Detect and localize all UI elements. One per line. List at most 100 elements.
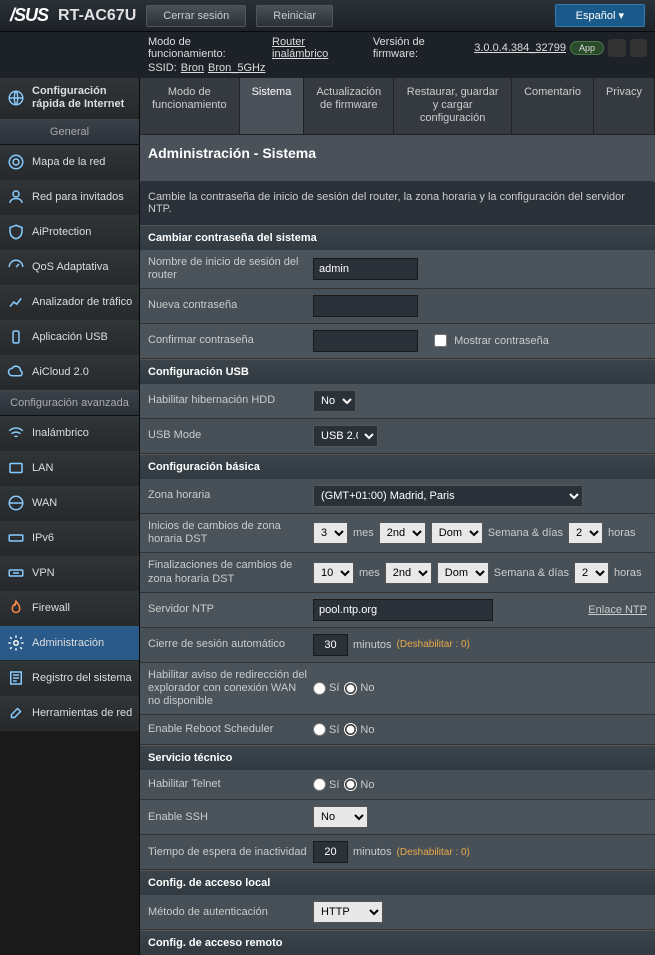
auth-select[interactable]: HTTP <box>313 901 383 923</box>
hdd-hib-label: Habilitar hibernación HDD <box>148 394 313 407</box>
wan-redirect-no[interactable] <box>344 682 357 695</box>
app-badge[interactable]: App <box>570 41 604 55</box>
map-icon <box>6 152 26 172</box>
sidebar-vpn[interactable]: VPN <box>0 556 139 591</box>
tz-label: Zona horaria <box>148 489 313 502</box>
ntp-input[interactable] <box>313 599 493 621</box>
sidebar-log[interactable]: Registro del sistema <box>0 661 139 696</box>
sidebar-aicloud[interactable]: AiCloud 2.0 <box>0 355 139 390</box>
dst-start-week[interactable]: 2nd <box>379 522 426 544</box>
section-basic: Configuración básica <box>140 454 655 479</box>
sidebar-ipv6[interactable]: IPv6 <box>0 521 139 556</box>
ssid-1[interactable]: Bron <box>181 62 204 74</box>
usb-mode-label: USB Mode <box>148 429 313 442</box>
lan-icon <box>6 458 26 478</box>
new-pwd-label: Nueva contraseña <box>148 299 313 312</box>
wan-redirect-yes[interactable] <box>313 682 326 695</box>
section-usb: Configuración USB <box>140 359 655 384</box>
ssid-label: SSID: <box>148 62 177 74</box>
auto-logout-label: Cierre de sesión automático <box>148 638 313 651</box>
model-name: RT-AC67U <box>58 7 136 25</box>
logout-button[interactable]: Cerrar sesión <box>146 5 246 27</box>
tools-icon <box>6 703 26 723</box>
tab-feedback[interactable]: Comentario <box>512 78 594 134</box>
dst-start-mon[interactable]: 3 <box>313 522 348 544</box>
dst-end-label: Finalizaciones de cambios de zona horari… <box>148 559 313 585</box>
usb-mode-select[interactable]: USB 2.0 <box>313 425 378 447</box>
sidebar-network-map[interactable]: Mapa de la red <box>0 145 139 180</box>
sidebar-usb-app[interactable]: Aplicación USB <box>0 320 139 355</box>
sidebar-wan[interactable]: WAN <box>0 486 139 521</box>
firewall-icon <box>6 598 26 618</box>
chart-icon <box>6 292 26 312</box>
dst-start-hour[interactable]: 2 <box>568 522 603 544</box>
idle-label: Tiempo de espera de inactividad <box>148 846 313 859</box>
reboot-sched-yes[interactable] <box>313 723 326 736</box>
gauge-icon <box>6 257 26 277</box>
section-service: Servicio técnico <box>140 745 655 770</box>
sidebar-traffic[interactable]: Analizador de tráfico <box>0 285 139 320</box>
show-pwd-check[interactable] <box>434 334 447 347</box>
globe-icon <box>6 88 26 108</box>
telnet-yes[interactable] <box>313 778 326 791</box>
log-icon <box>6 668 26 688</box>
auto-logout-input[interactable] <box>313 634 348 656</box>
wan-icon <box>6 493 26 513</box>
login-name-label: Nombre de inicio de sesión del router <box>148 256 313 282</box>
dst-end-mon[interactable]: 10 <box>313 562 354 584</box>
ntp-link[interactable]: Enlace NTP <box>588 604 647 616</box>
mode-label: Modo de funcionamiento: <box>148 36 268 60</box>
fw-label: Versión de firmware: <box>373 36 470 60</box>
wifi-icon <box>6 423 26 443</box>
page-title: Administración - Sistema <box>148 145 647 161</box>
mode-value[interactable]: Router inalámbrico <box>272 36 362 60</box>
tab-backup[interactable]: Restaurar, guardar y cargar configuració… <box>394 78 512 134</box>
reboot-sched-label: Enable Reboot Scheduler <box>148 723 313 736</box>
section-password: Cambiar contraseña del sistema <box>140 225 655 250</box>
language-select[interactable]: Español ▾ <box>555 4 645 27</box>
sidebar-aiprotection[interactable]: AiProtection <box>0 215 139 250</box>
new-pwd-input[interactable] <box>313 295 418 317</box>
login-name-input[interactable] <box>313 258 418 280</box>
section-remote-access: Config. de acceso remoto <box>140 930 655 955</box>
advanced-header: Configuración avanzada <box>0 390 139 416</box>
page-desc: Cambie la contraseña de inicio de sesión… <box>140 181 655 225</box>
reboot-button[interactable]: Reiniciar <box>256 5 333 27</box>
dst-end-week[interactable]: 2nd <box>385 562 432 584</box>
tz-select[interactable]: (GMT+01:00) Madrid, Paris <box>313 485 583 507</box>
sidebar-firewall[interactable]: Firewall <box>0 591 139 626</box>
fw-value[interactable]: 3.0.0.4.384_32799 <box>474 42 566 54</box>
confirm-pwd-input[interactable] <box>313 330 418 352</box>
dst-end-day[interactable]: Dom <box>437 562 489 584</box>
dst-start-label: Inicios de cambios de zona horaria DST <box>148 520 313 546</box>
gear-icon <box>6 633 26 653</box>
dst-end-hour[interactable]: 2 <box>574 562 609 584</box>
signal-icon[interactable] <box>630 39 647 57</box>
telnet-no[interactable] <box>344 778 357 791</box>
vpn-icon <box>6 563 26 583</box>
cloud-icon <box>6 362 26 382</box>
sidebar-guest-network[interactable]: Red para invitados <box>0 180 139 215</box>
ssh-select[interactable]: No <box>313 806 368 828</box>
dst-start-day[interactable]: Dom <box>431 522 483 544</box>
hdd-hib-select[interactable]: No <box>313 390 356 412</box>
section-local-access: Config. de acceso local <box>140 870 655 895</box>
sidebar-lan[interactable]: LAN <box>0 451 139 486</box>
ssid-2[interactable]: Bron_5GHz <box>208 62 265 74</box>
sidebar-wireless[interactable]: Inalámbrico <box>0 416 139 451</box>
confirm-pwd-label: Confirmar contraseña <box>148 334 313 347</box>
tab-firmware[interactable]: Actualización de firmware <box>304 78 394 134</box>
sidebar-nettools[interactable]: Herramientas de red <box>0 696 139 731</box>
tab-privacy[interactable]: Privacy <box>594 78 655 134</box>
sidebar-qos[interactable]: QoS Adaptativa <box>0 250 139 285</box>
sidebar-quick-setup[interactable]: Configuración rápida de Internet <box>0 78 139 119</box>
usb-icon <box>6 327 26 347</box>
sidebar-admin[interactable]: Administración <box>0 626 139 661</box>
ipv6-icon <box>6 528 26 548</box>
idle-input[interactable] <box>313 841 348 863</box>
tab-mode[interactable]: Modo de funcionamiento <box>140 78 240 134</box>
reboot-sched-no[interactable] <box>344 723 357 736</box>
tab-system[interactable]: Sistema <box>240 78 305 134</box>
refresh-icon[interactable] <box>608 39 625 57</box>
guest-icon <box>6 187 26 207</box>
